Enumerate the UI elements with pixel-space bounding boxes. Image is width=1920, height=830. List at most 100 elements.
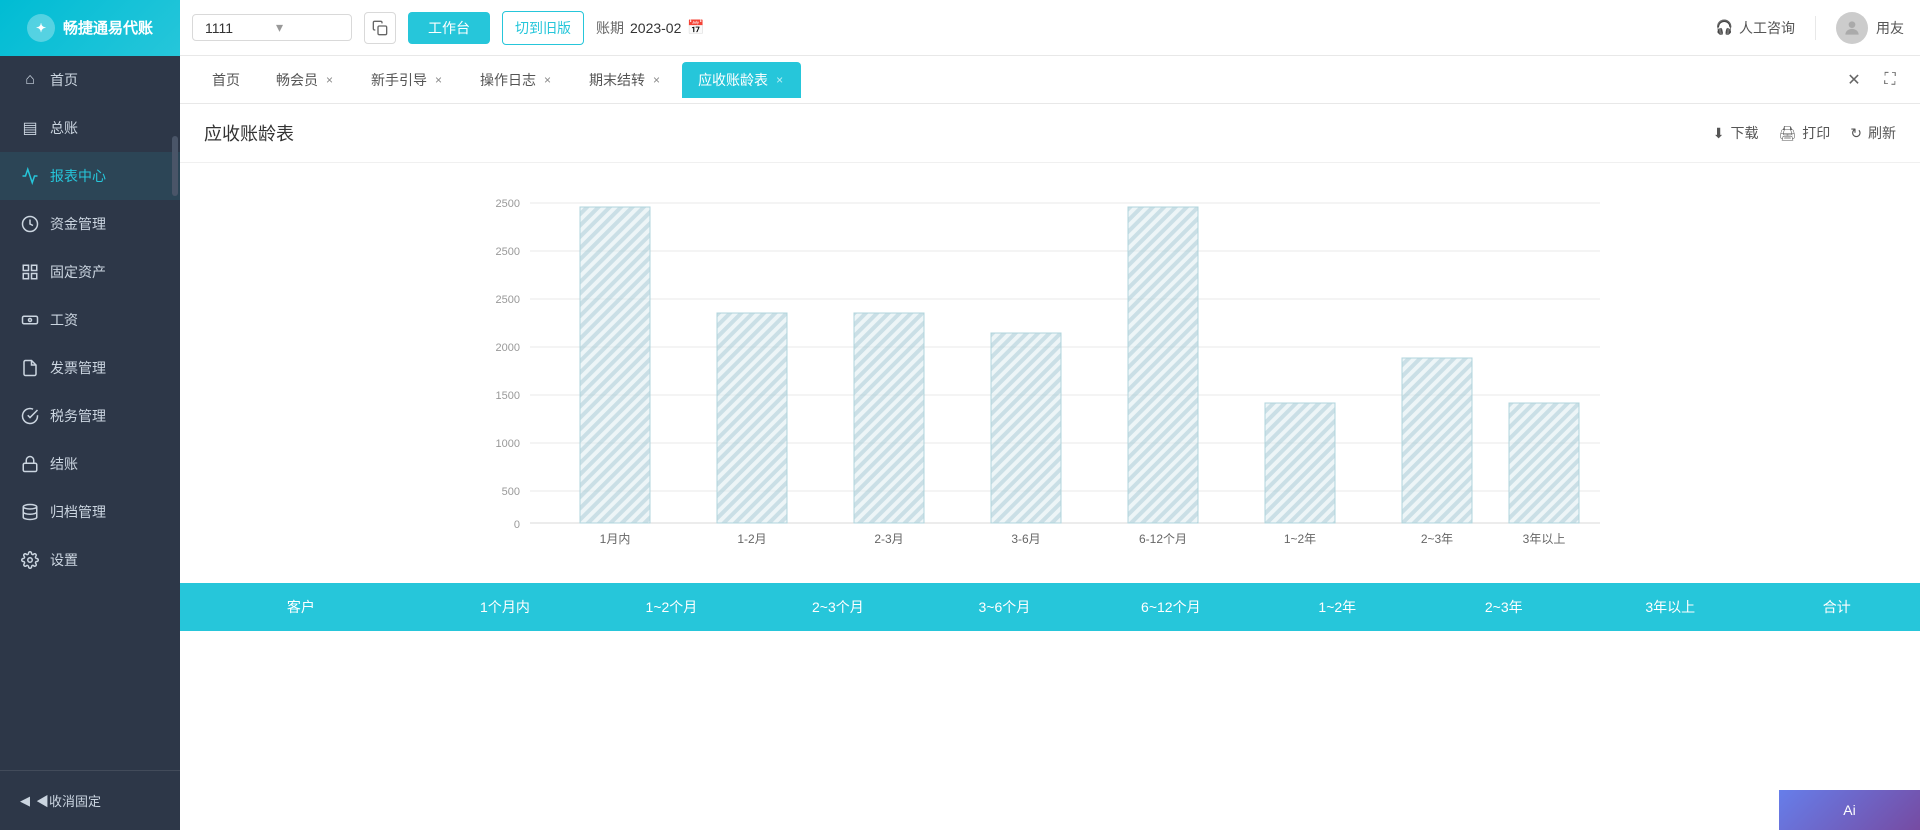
- download-button[interactable]: ⬇ 下载: [1713, 123, 1759, 143]
- closing-icon: [20, 454, 40, 474]
- top-header: ✦ 畅捷通易代账 1111 ▾ 工作台 切到旧版 账期 2023-02 📅 🎧 …: [0, 0, 1920, 56]
- col-3-6month: 3~6个月: [921, 597, 1087, 617]
- consult-button[interactable]: 🎧 人工咨询: [1716, 18, 1795, 38]
- svg-text:2~3年: 2~3年: [1421, 532, 1453, 546]
- maximize-button[interactable]: ⛶: [1876, 66, 1904, 94]
- collapse-label: ◀收消固定: [36, 791, 101, 810]
- salary-icon: [20, 310, 40, 330]
- sidebar-item-assets[interactable]: 固定资产: [0, 248, 180, 296]
- collapse-button[interactable]: ◀ ◀收消固定: [0, 781, 180, 820]
- print-icon: 🖨: [1778, 125, 1796, 142]
- sidebar-bottom: ◀ ◀收消固定: [0, 770, 180, 830]
- user-area[interactable]: 用友: [1836, 12, 1904, 44]
- sidebar-item-label: 首页: [50, 70, 78, 90]
- svg-text:6-12个月: 6-12个月: [1139, 532, 1187, 546]
- print-button[interactable]: 🖨 打印: [1778, 123, 1830, 143]
- sidebar-item-label: 资金管理: [50, 214, 106, 234]
- tab-home[interactable]: 首页: [196, 62, 256, 98]
- svg-text:0: 0: [514, 519, 520, 531]
- sidebar-item-label: 固定资产: [50, 262, 106, 282]
- logo-text: 畅捷通易代账: [63, 17, 153, 38]
- col-1month: 1个月内: [422, 597, 588, 617]
- company-selector[interactable]: 1111 ▾: [192, 14, 352, 41]
- col-1-2month: 1~2个月: [588, 597, 754, 617]
- invoice-icon: [20, 358, 40, 378]
- svg-text:3-6月: 3-6月: [1011, 532, 1040, 546]
- tab-oplog[interactable]: 操作日志 ×: [464, 62, 569, 98]
- refresh-button[interactable]: ↻ 刷新: [1850, 123, 1896, 143]
- copy-button[interactable]: [364, 12, 396, 44]
- sidebar-item-label: 归档管理: [50, 502, 106, 522]
- sidebar-item-reports[interactable]: 报表中心: [0, 152, 180, 200]
- headset-icon: 🎧: [1716, 19, 1733, 36]
- home-icon: ⌂: [20, 70, 40, 90]
- assets-icon: [20, 262, 40, 282]
- sidebar-item-label: 发票管理: [50, 358, 106, 378]
- tab-closing[interactable]: 期末结转 ×: [573, 62, 678, 98]
- sidebar-item-closing[interactable]: 结账: [0, 440, 180, 488]
- ai-label: Ai: [1843, 802, 1855, 818]
- sidebar-item-home[interactable]: ⌂ 首页: [0, 56, 180, 104]
- period-area: 账期 2023-02 📅: [596, 18, 705, 38]
- sidebar-item-salary[interactable]: 工资: [0, 296, 180, 344]
- chevron-down-icon: ▾: [276, 19, 339, 36]
- tab-label: 期末结转: [589, 70, 645, 90]
- close-window-button[interactable]: ✕: [1840, 66, 1868, 94]
- sidebar-item-invoice[interactable]: 发票管理: [0, 344, 180, 392]
- print-label: 打印: [1802, 123, 1830, 143]
- tab-membership[interactable]: 畅会员 ×: [260, 62, 351, 98]
- tab-close-icon[interactable]: ×: [651, 73, 662, 87]
- ledger-icon: ▤: [20, 118, 40, 138]
- tab-label: 首页: [212, 70, 240, 90]
- tab-actions: ✕ ⛶: [1840, 66, 1904, 94]
- content-area: 首页 畅会员 × 新手引导 × 操作日志 × 期末结转 × 应收账龄表 ×: [180, 56, 1920, 830]
- bar-chart: 2500 2500 2500 2000 1500 1000 500 0: [204, 183, 1896, 563]
- sidebar-item-archive[interactable]: 归档管理: [0, 488, 180, 536]
- table-header: 客户 1个月内 1~2个月 2~3个月 3~6个月 6~12个月 1~2年 2~…: [180, 583, 1920, 631]
- svg-text:1月内: 1月内: [600, 532, 631, 546]
- tab-aging[interactable]: 应收账龄表 ×: [682, 62, 801, 98]
- col-3year-plus: 3年以上: [1587, 597, 1753, 617]
- col-6-12month: 6~12个月: [1088, 597, 1254, 617]
- svg-text:2500: 2500: [496, 294, 520, 306]
- sidebar-item-label: 工资: [50, 310, 78, 330]
- tab-label: 应收账龄表: [698, 70, 768, 90]
- sidebar-item-ledger[interactable]: ▤ 总账: [0, 104, 180, 152]
- scroll-indicator: [172, 136, 178, 196]
- tab-close-icon[interactable]: ×: [542, 73, 553, 87]
- workbench-button[interactable]: 工作台: [408, 12, 490, 44]
- download-icon: ⬇: [1713, 125, 1725, 142]
- sidebar-item-settings[interactable]: 设置: [0, 536, 180, 584]
- switch-version-button[interactable]: 切到旧版: [502, 11, 584, 45]
- svg-text:1-2月: 1-2月: [737, 532, 766, 546]
- consult-label: 人工咨询: [1739, 18, 1795, 38]
- page-title: 应收账龄表: [204, 120, 294, 146]
- calendar-icon[interactable]: 📅: [687, 19, 704, 36]
- col-1-2year: 1~2年: [1254, 597, 1420, 617]
- download-label: 下载: [1730, 123, 1758, 143]
- user-name: 用友: [1876, 18, 1904, 38]
- sidebar-item-label: 报表中心: [50, 166, 106, 186]
- tab-close-icon[interactable]: ×: [774, 73, 785, 87]
- refresh-icon: ↻: [1850, 125, 1862, 142]
- col-2-3month: 2~3个月: [755, 597, 921, 617]
- tab-label: 操作日志: [480, 70, 536, 90]
- svg-text:1000: 1000: [496, 438, 520, 450]
- col-customer: 客户: [180, 597, 422, 617]
- svg-text:1~2年: 1~2年: [1284, 532, 1316, 546]
- funds-icon: [20, 214, 40, 234]
- collapse-icon: ◀: [20, 793, 30, 809]
- company-name: 1111: [205, 20, 268, 36]
- sidebar: ⌂ 首页 ▤ 总账 报表中心 资金管理: [0, 56, 180, 830]
- col-2-3year: 2~3年: [1421, 597, 1587, 617]
- svg-text:1500: 1500: [496, 390, 520, 402]
- header-right: 🎧 人工咨询 用友: [1716, 12, 1904, 44]
- sidebar-item-funds[interactable]: 资金管理: [0, 200, 180, 248]
- tab-guide[interactable]: 新手引导 ×: [355, 62, 460, 98]
- tab-close-icon[interactable]: ×: [324, 73, 335, 87]
- settings-icon: [20, 550, 40, 570]
- ai-button[interactable]: Ai: [1779, 790, 1920, 830]
- sidebar-item-tax[interactable]: 税务管理: [0, 392, 180, 440]
- sidebar-item-label: 税务管理: [50, 406, 106, 426]
- tab-close-icon[interactable]: ×: [433, 73, 444, 87]
